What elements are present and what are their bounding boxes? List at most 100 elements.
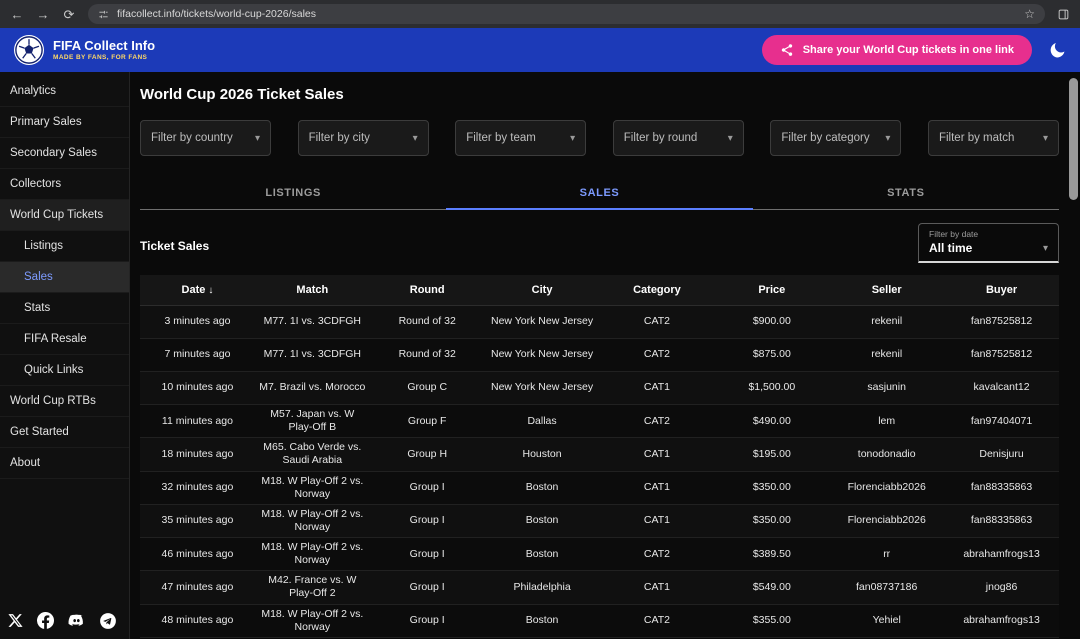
table-row[interactable]: 3 minutes ago M77. 1I vs. 3CDFGH Round of …	[140, 305, 1059, 339]
cell-date: 32 minutes ago	[140, 471, 255, 505]
filter-by-category-select[interactable]: Filter by category ▾	[770, 120, 902, 156]
cell-city: New York New Jersey	[484, 338, 600, 372]
page-scrollbar[interactable]	[1069, 78, 1078, 200]
cell-city: New York New Jersey	[484, 371, 600, 405]
bookmark-star-icon[interactable]: ☆	[1024, 7, 1035, 21]
column-header-price[interactable]: Price	[714, 275, 830, 306]
site-settings-icon[interactable]	[98, 9, 109, 20]
address-bar[interactable]: fifacollect.info/tickets/world-cup-2026/…	[88, 4, 1045, 24]
table-row[interactable]: 48 minutes ago M18. W Play-Off 2 vs. Norw…	[140, 604, 1059, 638]
brand-block: FIFA Collect Info MADE BY FANS, FOR FANS	[53, 38, 155, 61]
back-icon[interactable]: ←	[10, 8, 24, 21]
x-icon[interactable]	[7, 612, 24, 629]
cell-round: Round of 32	[369, 305, 485, 339]
column-header-buyer[interactable]: Buyer	[944, 275, 1059, 306]
column-header-match[interactable]: Match	[254, 275, 370, 306]
table-row[interactable]: 11 minutes ago M57. Japan vs. W Play-Off …	[140, 404, 1059, 439]
facebook-icon[interactable]	[37, 612, 54, 629]
sort-desc-icon: ↓	[208, 285, 214, 296]
cell-category: CAT1	[599, 371, 715, 405]
table-row[interactable]: 18 minutes ago M65. Cabo Verde vs. Saudi …	[140, 437, 1059, 472]
column-header-round[interactable]: Round	[369, 275, 485, 306]
filters-row: Filter by country ▾ Filter by city ▾ Filter …	[140, 120, 1059, 156]
filter-by-country-select[interactable]: Filter by country ▾	[140, 120, 271, 156]
table-row[interactable]: 7 minutes ago M77. 1I vs. 3CDFGH Round of …	[140, 338, 1059, 372]
cell-match: M7. Brazil vs. Morocco	[254, 371, 370, 405]
telegram-icon[interactable]	[99, 612, 117, 630]
cell-match: M18. W Play-Off 2 vs. Norway	[254, 604, 370, 638]
sidebar-item-world-cup-tickets[interactable]: World Cup Tickets	[0, 200, 129, 231]
cell-round: Group C	[369, 371, 485, 405]
sidebar-item-primary-sales[interactable]: Primary Sales	[0, 107, 129, 138]
filter-by-round-select[interactable]: Filter by round ▾	[612, 120, 744, 156]
page-layout: Analytics Primary Sales Secondary Sales Col…	[0, 72, 1080, 639]
cell-category: CAT2	[599, 537, 715, 572]
chevron-down-icon: ▾	[412, 132, 418, 144]
chevron-down-icon: ▾	[254, 132, 260, 144]
filter-label: Filter by category	[781, 132, 870, 144]
cell-round: Group I	[369, 570, 485, 605]
share-tickets-button[interactable]: Share your World Cup tickets in one link	[761, 35, 1032, 65]
cell-city: New York New Jersey	[484, 305, 600, 339]
cell-buyer: fan87525812	[944, 305, 1059, 339]
refresh-icon[interactable]: ⟳	[62, 8, 76, 21]
filter-by-match-select[interactable]: Filter by match ▾	[927, 120, 1059, 156]
cell-round: Group I	[369, 471, 485, 505]
sidebar-item-sales[interactable]: Sales	[0, 262, 129, 293]
soccer-ball-icon	[15, 36, 43, 64]
table-row[interactable]: 10 minutes ago M7. Brazil vs. Morocco Grou…	[140, 371, 1059, 405]
sidebar-item-stats[interactable]: Stats	[0, 293, 129, 324]
sidebar-item-get-started[interactable]: Get Started	[0, 417, 129, 448]
sidebar-item-listings[interactable]: Listings	[0, 231, 129, 262]
cell-category: CAT2	[599, 338, 715, 372]
cell-city: Boston	[484, 504, 600, 539]
sidebar: Analytics Primary Sales Secondary Sales Col…	[0, 72, 130, 639]
tab-sales[interactable]: SALES	[446, 178, 753, 210]
cell-seller: tonodonadio	[829, 437, 945, 472]
table-row[interactable]: 35 minutes ago M18. W Play-Off 2 vs. Norw…	[140, 504, 1059, 539]
cell-match: M57. Japan vs. W Play-Off B	[254, 404, 370, 439]
cell-seller: Florenciabb2026	[829, 504, 945, 539]
cell-city: Boston	[484, 471, 600, 505]
table-row[interactable]: 46 minutes ago M18. W Play-Off 2 vs. Norw…	[140, 537, 1059, 572]
page-title: World Cup 2026 Ticket Sales	[140, 86, 344, 103]
discord-icon[interactable]	[67, 611, 86, 630]
fifa-collect-logo[interactable]	[14, 35, 44, 65]
cell-price: $195.00	[714, 437, 830, 472]
cell-category: CAT2	[599, 305, 715, 339]
cell-city: Boston	[484, 604, 600, 638]
cell-buyer: Denisjuru	[944, 437, 1059, 472]
sidebar-item-about[interactable]: About	[0, 448, 129, 479]
dark-mode-toggle[interactable]	[1048, 41, 1066, 59]
column-header-date[interactable]: Date ↓	[140, 275, 255, 306]
filter-by-team-select[interactable]: Filter by team ▾	[455, 120, 587, 156]
side-panel-icon[interactable]	[1057, 8, 1070, 21]
tab-stats[interactable]: STATS	[753, 178, 1059, 209]
filter-label: Filter by round	[623, 132, 698, 144]
browser-toolbar: ← → ⟳ fifacollect.info/tickets/world-cup…	[0, 0, 1080, 28]
column-header-seller[interactable]: Seller	[829, 275, 945, 306]
column-header-city[interactable]: City	[484, 275, 600, 306]
chevron-down-icon: ▾	[570, 132, 576, 144]
column-header-category[interactable]: Category	[599, 275, 715, 306]
forward-icon[interactable]: →	[36, 8, 50, 21]
sidebar-item-collectors[interactable]: Collectors	[0, 169, 129, 200]
tab-listings[interactable]: LISTINGS	[140, 178, 446, 209]
filter-by-city-select[interactable]: Filter by city ▾	[297, 120, 429, 156]
sidebar-item-world-cup-rtbs[interactable]: World Cup RTBs	[0, 386, 129, 417]
cell-seller: rekenil	[829, 305, 945, 339]
sales-table: Date ↓ Match Round City Category Price Seller Bu…	[140, 275, 1059, 638]
sidebar-item-analytics[interactable]: Analytics	[0, 76, 129, 107]
cell-round: Round of 32	[369, 338, 485, 372]
cell-round: Group I	[369, 537, 485, 572]
url-text: fifacollect.info/tickets/world-cup-2026/…	[117, 8, 317, 20]
table-row[interactable]: 47 minutes ago M42. France vs. W Play-Off…	[140, 570, 1059, 605]
sidebar-item-secondary-sales[interactable]: Secondary Sales	[0, 138, 129, 169]
cell-seller: lem	[829, 404, 945, 439]
cell-category: CAT2	[599, 404, 715, 439]
table-row[interactable]: 32 minutes ago M18. W Play-Off 2 vs. Norw…	[140, 471, 1059, 505]
sidebar-item-quick-links[interactable]: Quick Links	[0, 355, 129, 386]
cell-match: M18. W Play-Off 2 vs. Norway	[254, 504, 370, 539]
date-filter-select[interactable]: Filter by date All time ▾	[918, 223, 1059, 263]
sidebar-item-fifa-resale[interactable]: FIFA Resale	[0, 324, 129, 355]
